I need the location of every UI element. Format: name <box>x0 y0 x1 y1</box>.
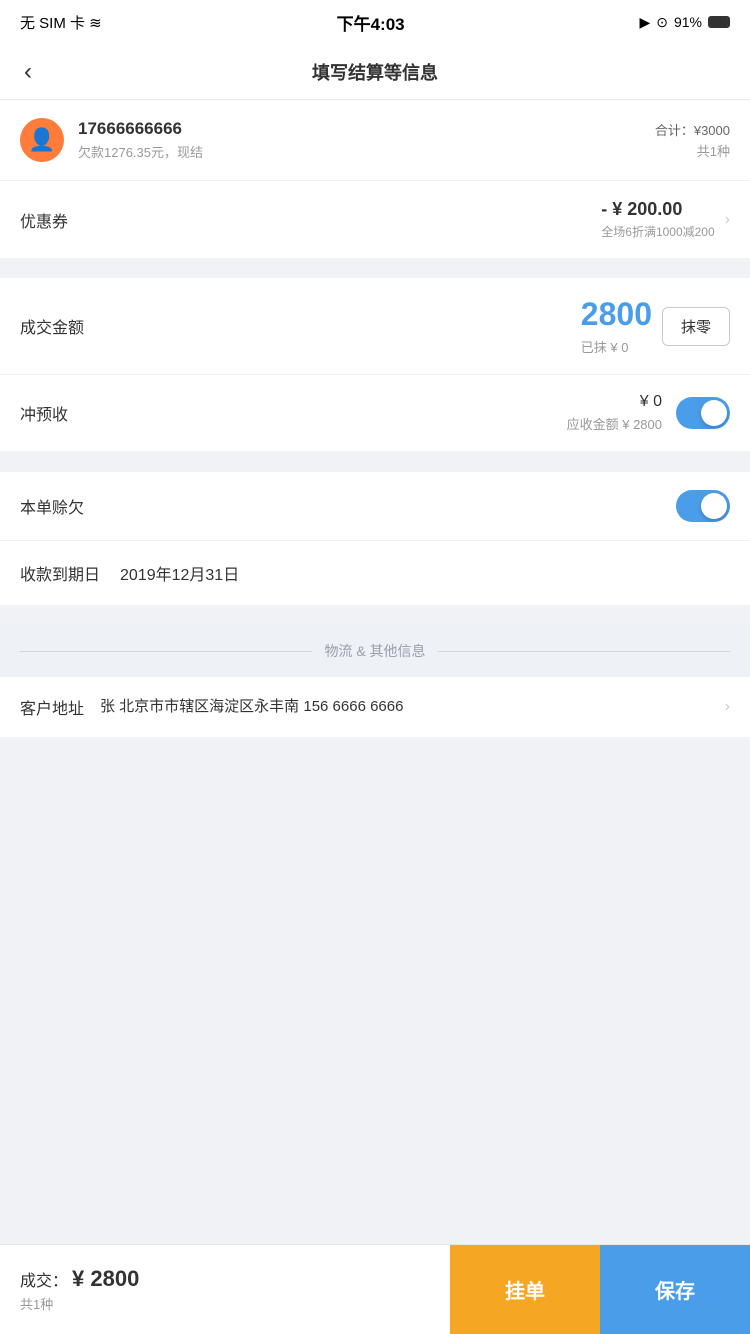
section-divider-2 <box>0 461 750 471</box>
page-title: 填写结算等信息 <box>312 59 438 85</box>
divider-line-left <box>20 651 312 652</box>
amount-right: 2800 已抹 ¥ 0 抹零 <box>581 296 730 356</box>
debit-row: 本单赊欠 <box>0 471 750 540</box>
user-card: 👤 17666666666 欠款1276.35元，现结 合计：¥3000 共1种… <box>0 100 750 258</box>
user-phone: 17666666666 <box>78 119 203 139</box>
footer-count: 共1种 <box>20 1294 430 1313</box>
avatar-icon: 👤 <box>28 127 55 153</box>
coupon-value: - ¥ 200.00 <box>601 199 714 220</box>
section-divider-1 <box>0 268 750 278</box>
coupon-label: 优惠券 <box>20 208 68 232</box>
address-chevron: › <box>725 698 730 716</box>
debit-right <box>676 490 730 522</box>
sim-signal: 无 SIM 卡 ≋ <box>20 12 102 33</box>
prepay-sub: 应收金额 ¥ 2800 <box>567 414 662 433</box>
avatar: 👤 <box>20 118 64 162</box>
hang-button[interactable]: 挂单 <box>450 1245 600 1334</box>
footer-info: 成交： ¥ 2800 共1种 <box>0 1266 450 1313</box>
prepay-row: 冲预收 ¥ 0 应收金额 ¥ 2800 <box>0 374 750 451</box>
footer: 成交： ¥ 2800 共1种 挂单 保存 <box>0 1244 750 1334</box>
round-button[interactable]: 抹零 <box>662 307 730 346</box>
status-time: 下午4:03 <box>337 10 405 35</box>
status-bar: 无 SIM 卡 ≋ 下午4:03 ▶ ⊙ 91% <box>0 0 750 44</box>
address-label: 客户地址 <box>20 695 84 719</box>
amount-number: 2800 <box>581 296 652 333</box>
status-left: 无 SIM 卡 ≋ <box>20 12 102 33</box>
empty-area <box>0 747 750 947</box>
footer-amount: ¥ 2800 <box>72 1266 139 1292</box>
logistics-label: 物流 & 其他信息 <box>324 641 425 661</box>
address-row[interactable]: 客户地址 张 北京市市辖区海淀区永丰南 156 6666 6666 › <box>0 677 750 737</box>
user-info: 17666666666 欠款1276.35元，现结 <box>78 119 203 161</box>
divider-line-right <box>438 651 730 652</box>
due-date-row: 收款到期日 2019年12月31日 <box>0 540 750 605</box>
prepay-amount: ¥ 0 <box>567 393 662 411</box>
coupon-right: - ¥ 200.00 全场6折满1000减200 › <box>601 199 730 240</box>
amount-value-area: 2800 已抹 ¥ 0 <box>581 296 652 356</box>
user-right: 合计：¥3000 共1种 <box>655 120 730 160</box>
battery-label: 91% <box>674 14 702 30</box>
prepay-right: ¥ 0 应收金额 ¥ 2800 <box>567 393 730 433</box>
due-date-value: 2019年12月31日 <box>120 561 239 585</box>
battery-icon <box>708 16 730 28</box>
amount-card: 成交金额 2800 已抹 ¥ 0 抹零 冲预收 ¥ 0 应收金额 ¥ 2800 <box>0 278 750 451</box>
location-icon: ▶ <box>639 14 650 31</box>
prepay-value-area: ¥ 0 应收金额 ¥ 2800 <box>567 393 662 433</box>
user-sub-text: 欠款1276.35元，现结 <box>78 142 203 161</box>
debit-card: 本单赊欠 收款到期日 2019年12月31日 <box>0 471 750 605</box>
coupon-value-area: - ¥ 200.00 全场6折满1000减200 <box>601 199 714 240</box>
prepay-toggle[interactable] <box>676 397 730 429</box>
coupon-chevron: › <box>725 211 730 229</box>
amount-row: 成交金额 2800 已抹 ¥ 0 抹零 <box>0 278 750 374</box>
status-right: ▶ ⊙ 91% <box>639 14 730 31</box>
alarm-icon: ⊙ <box>656 14 668 31</box>
logistics-divider: 物流 & 其他信息 <box>0 625 750 677</box>
footer-deal-row: 成交： ¥ 2800 <box>20 1266 430 1292</box>
footer-deal-label: 成交： <box>20 1267 68 1291</box>
debit-label: 本单赊欠 <box>20 494 84 518</box>
back-button[interactable]: ‹ <box>16 50 40 94</box>
coupon-sub: 全场6折满1000减200 <box>601 223 714 240</box>
amount-label: 成交金额 <box>20 314 84 338</box>
user-left: 👤 17666666666 欠款1276.35元，现结 <box>20 118 203 162</box>
debit-toggle[interactable] <box>676 490 730 522</box>
amount-sub: 已抹 ¥ 0 <box>581 337 652 356</box>
nav-bar: ‹ 填写结算等信息 <box>0 44 750 100</box>
due-date-label: 收款到期日 <box>20 561 100 585</box>
total-label: 合计：¥3000 <box>655 120 730 139</box>
total-value: ¥3000 <box>694 123 730 138</box>
coupon-row[interactable]: 优惠券 - ¥ 200.00 全场6折满1000减200 › <box>0 180 750 258</box>
section-divider-3 <box>0 615 750 625</box>
total-count: 共1种 <box>655 141 730 160</box>
main-content: 👤 17666666666 欠款1276.35元，现结 合计：¥3000 共1种… <box>0 100 750 1047</box>
prepay-label: 冲预收 <box>20 401 68 425</box>
user-row: 👤 17666666666 欠款1276.35元，现结 合计：¥3000 共1种 <box>0 100 750 180</box>
total-prefix: 合计： <box>655 123 694 138</box>
address-value: 张 北京市市辖区海淀区永丰南 156 6666 6666 <box>100 696 709 719</box>
save-button[interactable]: 保存 <box>600 1245 750 1334</box>
